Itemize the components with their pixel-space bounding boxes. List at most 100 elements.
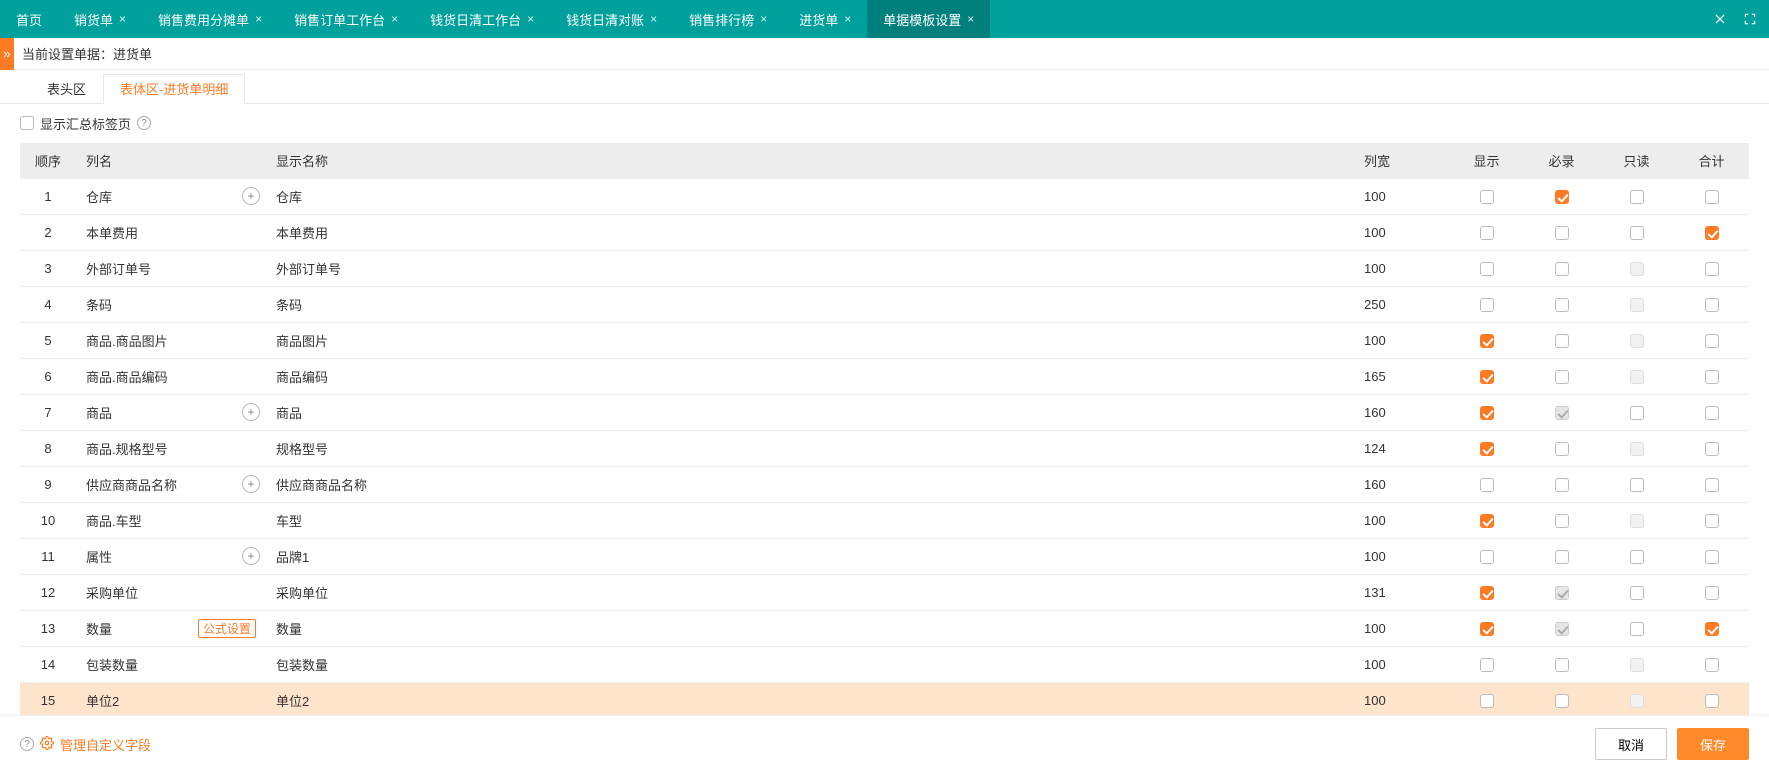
save-button[interactable]: 保存 — [1677, 728, 1749, 760]
chk-show[interactable] — [1480, 478, 1494, 492]
cell-display[interactable]: 车型 — [266, 502, 1354, 538]
top-tab[interactable]: 首页 — [0, 0, 58, 38]
chk-readonly[interactable] — [1630, 478, 1644, 492]
table-row[interactable]: 13数量公式设置数量100 — [20, 610, 1749, 646]
chk-show[interactable] — [1480, 298, 1494, 312]
plus-icon[interactable]: + — [242, 403, 260, 421]
chk-total[interactable] — [1705, 478, 1719, 492]
top-tab[interactable]: 钱货日清对账× — [550, 0, 673, 38]
chk-total[interactable] — [1705, 190, 1719, 204]
plus-icon[interactable]: + — [242, 187, 260, 205]
formula-badge[interactable]: 公式设置 — [198, 619, 256, 638]
plus-icon[interactable]: + — [242, 547, 260, 565]
area-tab[interactable]: 表头区 — [30, 73, 103, 103]
manage-custom-fields-link[interactable]: 管理自定义字段 — [60, 735, 151, 754]
chk-total[interactable] — [1705, 370, 1719, 384]
close-icon[interactable]: × — [527, 12, 534, 26]
table-row[interactable]: 15单位2单位2100 — [20, 682, 1749, 715]
chk-show[interactable] — [1480, 514, 1494, 528]
top-tab[interactable]: 单据模板设置× — [867, 0, 990, 38]
chk-required[interactable] — [1555, 694, 1569, 708]
chk-total[interactable] — [1705, 226, 1719, 240]
summary-checkbox[interactable] — [20, 116, 34, 130]
chk-required[interactable] — [1555, 190, 1569, 204]
cell-width[interactable]: 100 — [1354, 502, 1449, 538]
chk-required[interactable] — [1555, 442, 1569, 456]
table-row[interactable]: 6商品.商品编码商品编码165 — [20, 358, 1749, 394]
close-icon[interactable]: × — [760, 12, 767, 26]
cell-width[interactable]: 100 — [1354, 178, 1449, 214]
table-row[interactable]: 11属性+品牌1100 — [20, 538, 1749, 574]
top-tab[interactable]: 销售费用分摊单× — [142, 0, 278, 38]
close-icon[interactable]: × — [255, 12, 262, 26]
cell-display[interactable]: 供应商商品名称 — [266, 466, 1354, 502]
top-tab[interactable]: 钱货日清工作台× — [414, 0, 550, 38]
cell-display[interactable]: 商品 — [266, 394, 1354, 430]
chk-readonly[interactable] — [1630, 190, 1644, 204]
table-row[interactable]: 10商品.车型车型100 — [20, 502, 1749, 538]
chk-show[interactable] — [1480, 658, 1494, 672]
cell-width[interactable]: 100 — [1354, 214, 1449, 250]
chk-total[interactable] — [1705, 550, 1719, 564]
cell-width[interactable]: 100 — [1354, 682, 1449, 715]
table-row[interactable]: 9供应商商品名称+供应商商品名称160 — [20, 466, 1749, 502]
cell-width[interactable]: 160 — [1354, 394, 1449, 430]
cell-width[interactable]: 250 — [1354, 286, 1449, 322]
cancel-button[interactable]: 取消 — [1595, 728, 1667, 760]
chk-readonly[interactable] — [1630, 406, 1644, 420]
chk-total[interactable] — [1705, 658, 1719, 672]
cell-display[interactable]: 品牌1 — [266, 538, 1354, 574]
cell-width[interactable]: 100 — [1354, 610, 1449, 646]
chk-total[interactable] — [1705, 694, 1719, 708]
table-row[interactable]: 1仓库+仓库100 — [20, 178, 1749, 214]
cell-width[interactable]: 100 — [1354, 538, 1449, 574]
plus-icon[interactable]: + — [242, 475, 260, 493]
cell-display[interactable]: 仓库 — [266, 178, 1354, 214]
cell-width[interactable]: 100 — [1354, 250, 1449, 286]
chk-required[interactable] — [1555, 226, 1569, 240]
help-icon[interactable]: ? — [137, 116, 151, 130]
chk-readonly[interactable] — [1630, 622, 1644, 636]
chk-show[interactable] — [1480, 550, 1494, 564]
cell-width[interactable]: 124 — [1354, 430, 1449, 466]
chk-total[interactable] — [1705, 442, 1719, 456]
cell-display[interactable]: 数量 — [266, 610, 1354, 646]
chk-show[interactable] — [1480, 226, 1494, 240]
top-tab[interactable]: 销售排行榜× — [673, 0, 783, 38]
table-row[interactable]: 2本单费用本单费用100 — [20, 214, 1749, 250]
chk-required[interactable] — [1555, 550, 1569, 564]
chk-required[interactable] — [1555, 514, 1569, 528]
chk-total[interactable] — [1705, 406, 1719, 420]
chk-required[interactable] — [1555, 370, 1569, 384]
close-all-icon[interactable] — [1711, 10, 1729, 28]
chk-total[interactable] — [1705, 262, 1719, 276]
cell-display[interactable]: 采购单位 — [266, 574, 1354, 610]
table-row[interactable]: 4条码条码250 — [20, 286, 1749, 322]
chk-readonly[interactable] — [1630, 226, 1644, 240]
table-row[interactable]: 8商品.规格型号规格型号124 — [20, 430, 1749, 466]
chk-show[interactable] — [1480, 190, 1494, 204]
grid-scroll[interactable]: 顺序 列名 显示名称 列宽 显示 必录 只读 合计 1仓库+仓库1002本单费用… — [20, 143, 1749, 715]
table-row[interactable]: 14包装数量包装数量100 — [20, 646, 1749, 682]
cell-width[interactable]: 165 — [1354, 358, 1449, 394]
chk-required[interactable] — [1555, 298, 1569, 312]
chk-required[interactable] — [1555, 478, 1569, 492]
chk-total[interactable] — [1705, 334, 1719, 348]
table-row[interactable]: 5商品.商品图片商品图片100 — [20, 322, 1749, 358]
cell-display[interactable]: 包装数量 — [266, 646, 1354, 682]
table-row[interactable]: 12采购单位采购单位131 — [20, 574, 1749, 610]
chk-required[interactable] — [1555, 658, 1569, 672]
cell-width[interactable]: 160 — [1354, 466, 1449, 502]
table-row[interactable]: 7商品+商品160 — [20, 394, 1749, 430]
cell-width[interactable]: 100 — [1354, 646, 1449, 682]
chk-required[interactable] — [1555, 262, 1569, 276]
chk-show[interactable] — [1480, 370, 1494, 384]
fullscreen-icon[interactable] — [1741, 10, 1759, 28]
chk-show[interactable] — [1480, 694, 1494, 708]
chk-readonly[interactable] — [1630, 550, 1644, 564]
close-icon[interactable]: × — [119, 12, 126, 26]
cell-display[interactable]: 单位2 — [266, 682, 1354, 715]
chk-total[interactable] — [1705, 586, 1719, 600]
cell-width[interactable]: 131 — [1354, 574, 1449, 610]
cell-display[interactable]: 外部订单号 — [266, 250, 1354, 286]
